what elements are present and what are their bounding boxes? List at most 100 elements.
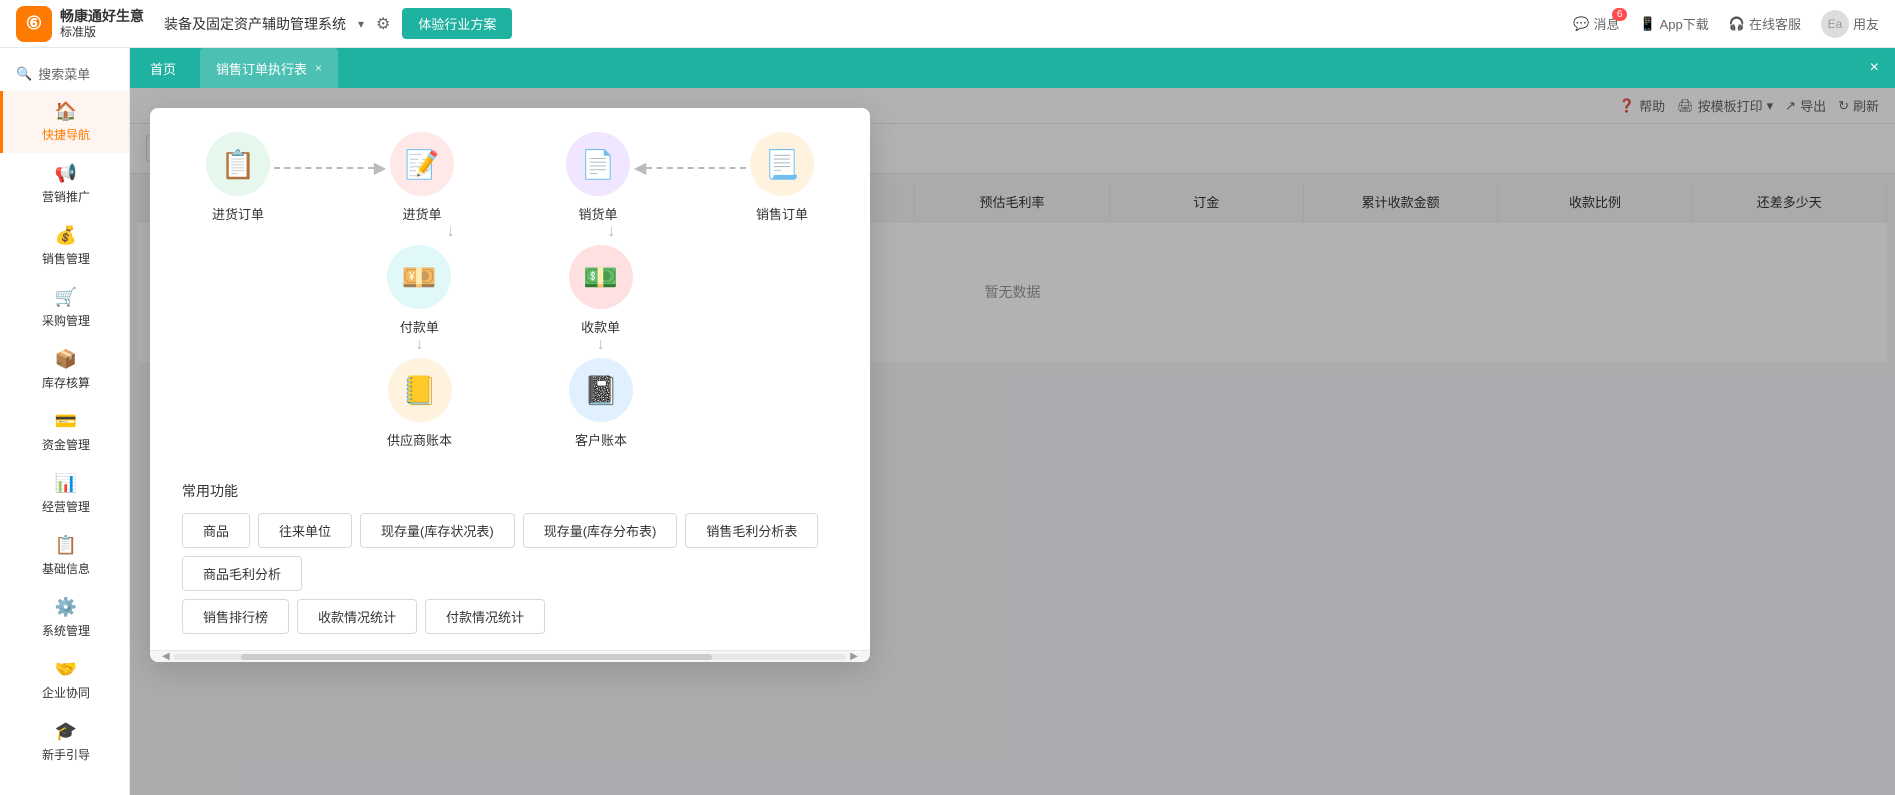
common-btn-receipt-stats[interactable]: 收款情况统计 <box>297 599 417 634</box>
sidebar-label-marketing: 营销推广 <box>42 188 90 205</box>
common-btn-products[interactable]: 商品 <box>182 513 250 548</box>
sidebar-item-system[interactable]: ⚙️ 系统管理 <box>0 587 129 649</box>
page-content: ❓ 帮助 🖨 按模板打印 ▾ ↗ 导出 ↻ 刷新 <box>130 88 1895 795</box>
close-all-button[interactable]: × <box>1870 59 1879 76</box>
sidebar-label-finance: 资金管理 <box>42 436 90 453</box>
customer-ledger-icon: 📓 <box>569 358 633 422</box>
settings-gear-button[interactable]: ⚙ <box>376 14 390 34</box>
user-item[interactable]: Ea 用友 <box>1821 10 1879 38</box>
message-icon: 💬 <box>1573 16 1589 32</box>
sidebar-item-basic-info[interactable]: 📋 基础信息 <box>0 525 129 587</box>
modal-overlay: 📋 进货订单 ▶ <box>130 88 1895 795</box>
app-download-item[interactable]: 📱 App下载 <box>1639 14 1708 33</box>
newbie-icon: 🎓 <box>55 721 77 742</box>
system-icon: ⚙️ <box>55 597 77 618</box>
supplier-ledger-label: 供应商账本 <box>387 430 452 449</box>
enterprise-icon: 🤝 <box>55 659 77 680</box>
sales-bill-label: 销货单 <box>578 204 617 223</box>
sidebar-item-operations[interactable]: 📊 经营管理 <box>0 463 129 525</box>
common-title: 常用功能 <box>182 481 838 501</box>
username-label: 用友 <box>1853 14 1879 33</box>
sidebar-item-purchase[interactable]: 🛒 采购管理 <box>0 277 129 339</box>
logo-sub-text: 标准版 <box>60 25 144 41</box>
sidebar-item-enterprise[interactable]: 🤝 企业协同 <box>0 649 129 711</box>
flow-item-customer-ledger[interactable]: 📓 客户账本 <box>569 358 633 449</box>
sidebar-item-finance[interactable]: 💳 资金管理 <box>0 401 129 463</box>
home-icon: 🏠 <box>55 101 77 122</box>
search-icon: 🔍 <box>16 66 32 82</box>
app-title-dropdown[interactable]: ▾ <box>358 17 364 31</box>
inventory-icon: 📦 <box>55 349 77 370</box>
operations-icon: 📊 <box>55 473 77 494</box>
sidebar-item-newbie[interactable]: 🎓 新手引导 <box>0 711 129 773</box>
common-btn-sales-rank[interactable]: 销售排行榜 <box>182 599 289 634</box>
payment-bill-icon: 💴 <box>387 245 451 309</box>
search-menu-item[interactable]: 🔍 搜索菜单 <box>0 56 129 91</box>
sales-order-icon: 📃 <box>750 132 814 196</box>
sales-bill-icon: 📄 <box>566 132 630 196</box>
search-menu-label: 搜索菜单 <box>38 64 90 83</box>
online-service-item[interactable]: 🎧 在线客服 <box>1729 14 1801 33</box>
common-btn-sales-gross[interactable]: 销售毛利分析表 <box>685 513 818 548</box>
sidebar-label-purchase: 采购管理 <box>42 312 90 329</box>
purchase-order-icon: 📋 <box>206 132 270 196</box>
message-item[interactable]: 💬 消息 6 <box>1573 14 1619 33</box>
avatar: Ea <box>1821 10 1849 38</box>
tab-home[interactable]: 首页 <box>130 48 196 88</box>
quick-nav-modal: 📋 进货订单 ▶ <box>150 108 870 662</box>
tab-close-button[interactable]: × <box>315 61 322 75</box>
main-area: 🔍 搜索菜单 🏠 快捷导航 📢 营销推广 💰 销售管理 🛒 采购管理 📦 <box>0 48 1895 795</box>
avatar-text: Ea <box>1828 17 1843 31</box>
common-btn-payment-stats[interactable]: 付款情况统计 <box>425 599 545 634</box>
finance-icon: 💳 <box>55 411 77 432</box>
logo-area: ⑥ 畅康通好生意 标准版 <box>16 6 144 42</box>
flow-item-sales-bill[interactable]: 📄 销货单 <box>566 132 630 223</box>
receipt-bill-label: 收款单 <box>581 317 620 336</box>
sidebar-label-basic-info: 基础信息 <box>42 560 90 577</box>
flow-item-sales-order[interactable]: 📃 销售订单 <box>750 132 814 223</box>
common-btn-partners[interactable]: 往来单位 <box>258 513 352 548</box>
flow-item-supplier-ledger[interactable]: 📒 供应商账本 <box>387 358 452 449</box>
sales-icon: 💰 <box>55 225 77 246</box>
marketing-icon: 📢 <box>55 163 77 184</box>
customer-ledger-label: 客户账本 <box>575 430 627 449</box>
sidebar-item-marketing[interactable]: 📢 营销推广 <box>0 153 129 215</box>
purchase-bill-icon: 📝 <box>390 132 454 196</box>
common-btn-stock-dist[interactable]: 现存量(库存分布表) <box>523 513 678 548</box>
trial-button[interactable]: 体验行业方案 <box>402 8 512 39</box>
logo-icon: ⑥ <box>16 6 52 42</box>
flow-item-receipt-bill[interactable]: 💵 收款单 <box>569 245 633 336</box>
sidebar-label-operations: 经营管理 <box>42 498 90 515</box>
top-bar: ⑥ 畅康通好生意 标准版 装备及固定资产辅助管理系统 ▾ ⚙ 体验行业方案 💬 … <box>0 0 1895 48</box>
receipt-bill-icon: 💵 <box>569 245 633 309</box>
sidebar-item-quick-nav[interactable]: 🏠 快捷导航 <box>0 91 129 153</box>
sidebar-item-inventory[interactable]: 📦 库存核算 <box>0 339 129 401</box>
scrollbar-track[interactable] <box>174 654 847 660</box>
common-btn-product-gross[interactable]: 商品毛利分析 <box>182 556 302 591</box>
logo-text: 畅康通好生意 标准版 <box>60 7 144 41</box>
flow-item-purchase-order[interactable]: 📋 进货订单 <box>206 132 270 223</box>
scrollbar-left-arrow[interactable]: ◀ <box>158 651 174 662</box>
scrollbar-thumb[interactable] <box>241 654 712 660</box>
modal-scrollbar[interactable]: ◀ ▶ <box>150 650 870 662</box>
message-badge: 6 <box>1612 8 1628 21</box>
common-buttons-row2: 销售排行榜 收款情况统计 付款情况统计 <box>182 599 838 634</box>
common-btn-stock-status[interactable]: 现存量(库存状况表) <box>360 513 515 548</box>
supplier-ledger-icon: 📒 <box>388 358 452 422</box>
flow-item-purchase-bill[interactable]: 📝 进货单 <box>390 132 454 223</box>
sidebar-item-sales[interactable]: 💰 销售管理 <box>0 215 129 277</box>
purchase-icon: 🛒 <box>55 287 77 308</box>
purchase-order-label: 进货订单 <box>212 204 264 223</box>
online-service-label: 在线客服 <box>1749 14 1801 33</box>
sidebar-label-system: 系统管理 <box>42 622 90 639</box>
common-functions-section: 常用功能 商品 往来单位 现存量(库存状况表) 现存量(库存分布表) 销售毛利分… <box>150 481 870 650</box>
sidebar-label-newbie: 新手引导 <box>42 746 90 763</box>
app-download-label: App下载 <box>1660 14 1709 33</box>
flow-item-payment-bill[interactable]: 💴 付款单 <box>387 245 451 336</box>
app-title: 装备及固定资产辅助管理系统 <box>164 14 346 34</box>
headset-icon: 🎧 <box>1729 16 1745 32</box>
payment-bill-label: 付款单 <box>400 317 439 336</box>
tab-sales-order[interactable]: 销售订单执行表 × <box>200 48 338 88</box>
scrollbar-right-arrow[interactable]: ▶ <box>846 651 862 662</box>
content-area: 首页 销售订单执行表 × × ❓ 帮助 🖨 <box>130 48 1895 795</box>
